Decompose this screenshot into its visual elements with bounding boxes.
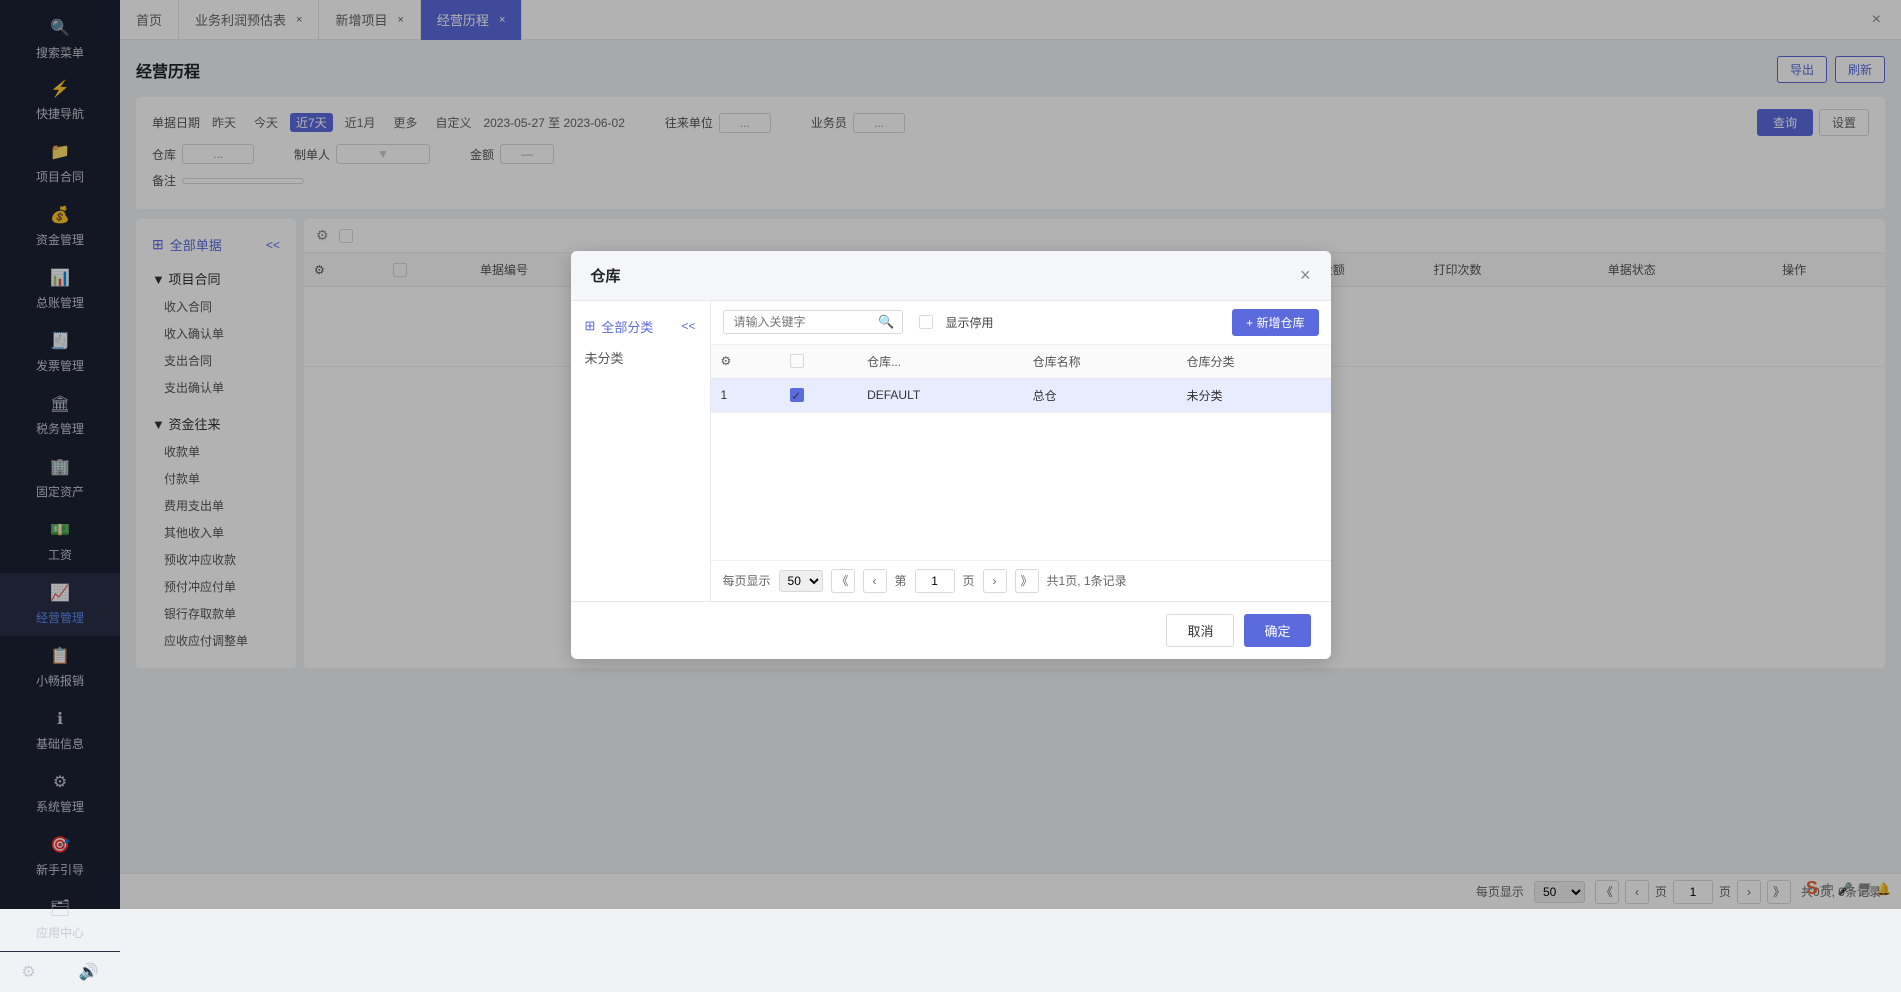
modal-first-page[interactable]: 《 [831, 569, 855, 593]
show-disabled-checkbox[interactable] [919, 315, 933, 329]
sidebar-item-label: 应用中心 [36, 924, 84, 941]
modal-search-input[interactable] [723, 310, 903, 334]
modal-page-suffix: 页 [963, 572, 975, 589]
settings-icon[interactable]: ⚙ [21, 962, 35, 982]
modal-prev-page[interactable]: ‹ [863, 569, 887, 593]
modal-table-header: ⚙ 仓库... 仓库名称 仓库分类 [711, 345, 1331, 379]
modal-title-text: 仓库 [591, 265, 621, 286]
row-checkbox[interactable]: ✓ [780, 378, 857, 412]
modal-col-name[interactable]: 仓库名称 [1023, 345, 1177, 379]
modal-sidebar-item-unclassified[interactable]: 未分类 [571, 342, 710, 373]
row-name: 总仓 [1023, 378, 1177, 412]
modal-next-page[interactable]: › [983, 569, 1007, 593]
modal-col-code[interactable]: 仓库... [857, 345, 1023, 379]
show-disabled-label: 显示停用 [946, 314, 994, 331]
modal-sidebar: ⊞ 全部分类 << 未分类 [571, 301, 711, 601]
modal-search-wrap: 🔍 [723, 310, 903, 334]
modal-page-size-label: 每页显示 [723, 572, 771, 589]
modal-confirm-button[interactable]: 确定 [1244, 614, 1310, 647]
unclassified-label: 未分类 [585, 351, 624, 366]
add-warehouse-button[interactable]: + 新增仓库 [1232, 309, 1318, 336]
row-index: 1 [711, 378, 781, 412]
modal-header: 仓库 × [571, 251, 1331, 301]
modal-overlay: 仓库 × ⊞ 全部分类 << 未分类 [0, 0, 1901, 909]
modal-sidebar-all[interactable]: ⊞ 全部分类 << [571, 311, 710, 342]
modal-col-category[interactable]: 仓库分类 [1177, 345, 1331, 379]
modal-cancel-button[interactable]: 取消 [1166, 614, 1234, 647]
volume-icon[interactable]: 🔊 [79, 962, 99, 982]
modal-footer: 取消 确定 [571, 601, 1331, 659]
modal-table-container: ⚙ 仓库... 仓库名称 仓库分类 1 ✓ DEFAULT [711, 345, 1331, 560]
warehouse-modal: 仓库 × ⊞ 全部分类 << 未分类 [571, 251, 1331, 659]
row-category: 未分类 [1177, 378, 1331, 412]
modal-last-page[interactable]: 》 [1015, 569, 1039, 593]
modal-col-gear: ⚙ [711, 345, 781, 379]
modal-pagination: 每页显示 50 20 《 ‹ 第 页 › 》 共1页, 1条记录 [711, 560, 1331, 601]
modal-body: ⊞ 全部分类 << 未分类 🔍 显示停用 + 新增 [571, 301, 1331, 601]
modal-page-label: 第 [895, 572, 907, 589]
modal-col-checkbox [780, 345, 857, 379]
modal-current-page[interactable] [915, 569, 955, 593]
modal-close-button[interactable]: × [1300, 265, 1311, 286]
modal-collapse-btn[interactable]: << [681, 319, 695, 333]
modal-total-label: 共1页, 1条记录 [1047, 572, 1127, 589]
modal-toolbar: 🔍 显示停用 + 新增仓库 [711, 301, 1331, 345]
modal-table: ⚙ 仓库... 仓库名称 仓库分类 1 ✓ DEFAULT [711, 345, 1331, 413]
modal-all-label: 全部分类 [601, 317, 653, 336]
modal-main: 🔍 显示停用 + 新增仓库 ⚙ 仓库... 仓库名称 [711, 301, 1331, 601]
sidebar-bottom: ⚙ 🔊 [0, 951, 120, 992]
modal-search-icon: 🔍 [878, 314, 894, 330]
modal-page-size-select[interactable]: 50 20 [779, 570, 823, 592]
row-code: DEFAULT [857, 378, 1023, 412]
modal-table-row[interactable]: 1 ✓ DEFAULT 总仓 未分类 [711, 378, 1331, 412]
